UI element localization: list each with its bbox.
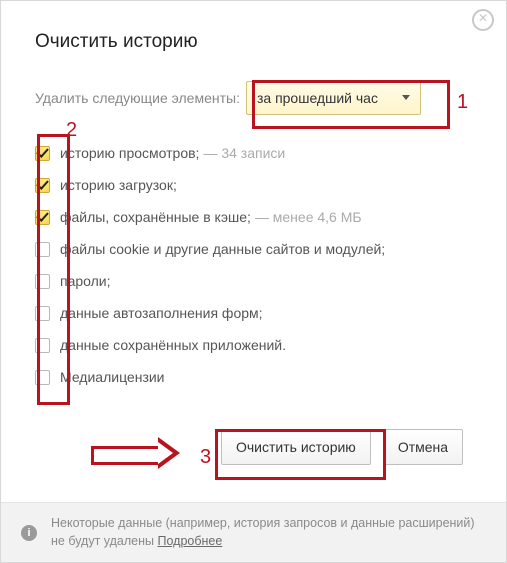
checkbox[interactable]	[35, 178, 50, 193]
checkbox[interactable]	[35, 242, 50, 257]
item-label: данные автозаполнения форм;	[60, 305, 263, 321]
dialog-title: Очистить историю	[35, 31, 472, 53]
checkbox[interactable]	[35, 274, 50, 289]
footer-text: Некоторые данные (например, история запр…	[51, 515, 486, 550]
list-item: файлы, сохранённые в кэше; — менее 4,6 М…	[35, 201, 472, 233]
info-icon: i	[21, 525, 37, 541]
checkbox[interactable]	[35, 146, 50, 161]
item-label: историю просмотров;	[60, 145, 199, 161]
item-label: файлы cookie и другие данные сайтов и мо…	[60, 241, 385, 257]
annotation-arrow-icon	[91, 439, 186, 467]
cancel-button[interactable]: Отмена	[383, 429, 463, 465]
item-label: файлы, сохранённые в кэше;	[60, 209, 251, 225]
clear-history-dialog: ✕ Очистить историю Удалить следующие эле…	[0, 0, 507, 563]
period-value: за прошедший час	[257, 90, 378, 106]
item-label: Медиалицензии	[60, 369, 165, 385]
list-item: данные сохранённых приложений.	[35, 329, 472, 361]
checkbox[interactable]	[35, 370, 50, 385]
annotation-number-1: 1	[457, 91, 468, 114]
learn-more-link[interactable]: Подробнее	[157, 534, 222, 548]
annotation-number-2: 2	[66, 119, 77, 142]
options-list: историю просмотров; — 34 записи историю з…	[35, 137, 472, 393]
item-extra: — 34 записи	[203, 145, 285, 161]
item-label: данные сохранённых приложений.	[60, 337, 286, 353]
footer: i Некоторые данные (например, история за…	[1, 502, 506, 562]
clear-button[interactable]: Очистить историю	[221, 429, 371, 465]
item-label: историю загрузок;	[60, 177, 177, 193]
list-item: историю просмотров; — 34 записи	[35, 137, 472, 169]
annotation-number-3: 3	[200, 446, 211, 469]
list-item: данные автозаполнения форм;	[35, 297, 472, 329]
period-label: Удалить следующие элементы:	[35, 90, 240, 106]
checkbox[interactable]	[35, 210, 50, 225]
chevron-down-icon	[402, 95, 410, 100]
item-extra: — менее 4,6 МБ	[255, 209, 362, 225]
checkbox[interactable]	[35, 306, 50, 321]
item-label: пароли;	[60, 273, 111, 289]
close-icon[interactable]: ✕	[472, 9, 494, 31]
list-item: пароли;	[35, 265, 472, 297]
list-item: файлы cookie и другие данные сайтов и мо…	[35, 233, 472, 265]
list-item: историю загрузок;	[35, 169, 472, 201]
checkbox[interactable]	[35, 338, 50, 353]
list-item: Медиалицензии	[35, 361, 472, 393]
period-select[interactable]: за прошедший час	[246, 81, 421, 115]
